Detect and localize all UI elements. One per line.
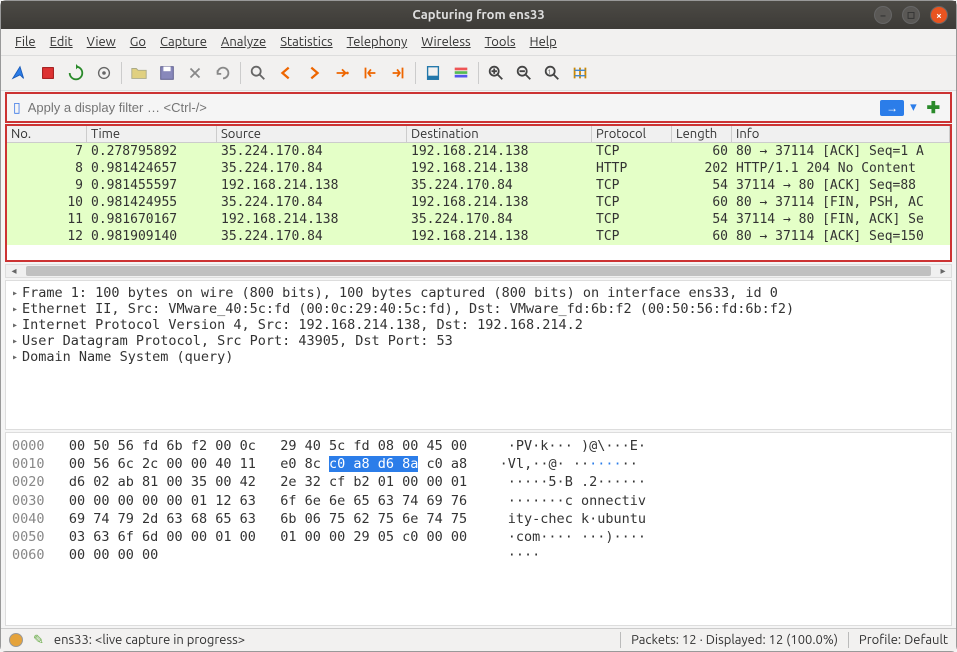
menu-go[interactable]: Go [124,32,152,52]
hex-line[interactable]: 0010 00 56 6c 2c 00 00 40 11 e0 8c c0 a8… [12,455,945,473]
resize-columns-icon[interactable] [567,60,593,86]
menubar: File Edit View Go Capture Analyze Statis… [1,29,956,56]
zoom-reset-icon[interactable]: 1 [539,60,565,86]
find-packet-icon[interactable] [245,60,271,86]
menu-wireless[interactable]: Wireless [415,32,476,52]
svg-text:1: 1 [548,69,552,76]
expand-caret-icon[interactable]: ▸ [12,336,18,347]
save-file-icon[interactable] [154,60,180,86]
hex-line[interactable]: 0030 00 00 00 00 00 01 12 63 6f 6e 6e 65… [12,492,945,510]
packet-list-header: No. Time Source Destination Protocol Len… [7,126,950,143]
auto-scroll-icon[interactable] [420,60,446,86]
detail-tree-item[interactable]: ▸Ethernet II, Src: VMware_40:5c:fd (00:0… [12,301,945,317]
hex-line[interactable]: 0040 69 74 79 2d 63 68 65 63 6b 06 75 62… [12,510,945,528]
menu-statistics[interactable]: Statistics [274,32,338,52]
go-forward-icon[interactable] [301,60,327,86]
go-to-first-icon[interactable] [357,60,383,86]
open-file-icon[interactable] [126,60,152,86]
filter-bar: ▯ → ▾ ✚ [5,92,952,123]
menu-view[interactable]: View [81,32,122,52]
menu-tools[interactable]: Tools [479,32,522,52]
packet-list-hscrollbar[interactable]: ◂▸ [5,264,952,278]
menu-edit[interactable]: Edit [44,32,79,52]
hex-line[interactable]: 0000 00 50 56 fd 6b f2 00 0c 29 40 5c fd… [12,437,945,455]
hex-view-pane[interactable]: 0000 00 50 56 fd 6b f2 00 0c 29 40 5c fd… [5,432,952,626]
packet-row[interactable]: 90.981455597192.168.214.13835.224.170.84… [7,177,950,194]
add-filter-button[interactable]: ✚ [923,98,944,117]
column-source[interactable]: Source [217,126,407,142]
close-button[interactable]: × [930,6,948,24]
filter-history-dropdown[interactable]: ▾ [908,100,919,115]
bookmark-icon[interactable]: ▯ [13,99,21,116]
hex-line[interactable]: 0050 03 63 6f 6d 00 00 01 00 01 00 00 29… [12,528,945,546]
menu-analyze[interactable]: Analyze [215,32,272,52]
expert-info-icon[interactable] [9,633,23,647]
menu-telephony[interactable]: Telephony [341,32,414,52]
packet-row[interactable]: 70.27879589235.224.170.84192.168.214.138… [7,143,950,160]
close-file-icon[interactable] [182,60,208,86]
display-filter-input[interactable] [25,97,876,118]
zoom-in-icon[interactable] [483,60,509,86]
colorize-icon[interactable] [448,60,474,86]
window-title: Capturing from ens33 [412,8,544,22]
column-protocol[interactable]: Protocol [592,126,672,142]
packet-list: No. Time Source Destination Protocol Len… [5,124,952,262]
go-back-icon[interactable] [273,60,299,86]
packet-row[interactable]: 100.98142495535.224.170.84192.168.214.13… [7,194,950,211]
packet-row[interactable]: 120.98190914035.224.170.84192.168.214.13… [7,228,950,245]
maximize-button[interactable]: ◻ [902,6,920,24]
go-to-packet-icon[interactable] [329,60,355,86]
column-time[interactable]: Time [87,126,217,142]
status-packets: Packets: 12 · Displayed: 12 (100.0%) [631,633,838,647]
expand-caret-icon[interactable]: ▸ [12,352,18,363]
column-info[interactable]: Info [732,126,950,142]
shark-fin-icon[interactable] [7,60,33,86]
detail-tree-item[interactable]: ▸Domain Name System (query) [12,349,945,365]
apply-filter-button[interactable]: → [880,100,904,116]
column-length[interactable]: Length [672,126,732,142]
expand-caret-icon[interactable]: ▸ [12,304,18,315]
menu-file[interactable]: File [9,32,42,52]
column-no[interactable]: No. [7,126,87,142]
minimize-button[interactable]: – [874,6,892,24]
zoom-out-icon[interactable] [511,60,537,86]
packet-row[interactable]: 80.98142465735.224.170.84192.168.214.138… [7,160,950,177]
edit-capture-comment-icon[interactable]: ✎ [33,633,44,648]
menu-capture[interactable]: Capture [154,32,213,52]
toolbar: 1 [1,56,956,91]
detail-tree-item[interactable]: ▸User Datagram Protocol, Src Port: 43905… [12,333,945,349]
status-profile[interactable]: Profile: Default [859,633,948,647]
detail-tree-item[interactable]: ▸Frame 1: 100 bytes on wire (800 bits), … [12,285,945,301]
packet-row[interactable]: 110.981670167192.168.214.13835.224.170.8… [7,211,950,228]
hex-line[interactable]: 0060 00 00 00 00 ···· [12,546,945,564]
menu-help[interactable]: Help [524,32,563,52]
hex-line[interactable]: 0020 d6 02 ab 81 00 35 00 42 2e 32 cf b2… [12,473,945,491]
status-bar: ✎ ens33: <live capture in progress> Pack… [1,628,956,651]
capture-options-icon[interactable] [91,60,117,86]
restart-capture-icon[interactable] [63,60,89,86]
packet-details-pane[interactable]: ▸Frame 1: 100 bytes on wire (800 bits), … [5,280,952,430]
expand-caret-icon[interactable]: ▸ [12,288,18,299]
stop-capture-icon[interactable] [35,60,61,86]
expand-caret-icon[interactable]: ▸ [12,320,18,331]
detail-tree-item[interactable]: ▸Internet Protocol Version 4, Src: 192.1… [12,317,945,333]
status-interface: ens33: <live capture in progress> [54,633,245,647]
column-destination[interactable]: Destination [407,126,592,142]
reload-file-icon[interactable] [210,60,236,86]
go-to-last-icon[interactable] [385,60,411,86]
